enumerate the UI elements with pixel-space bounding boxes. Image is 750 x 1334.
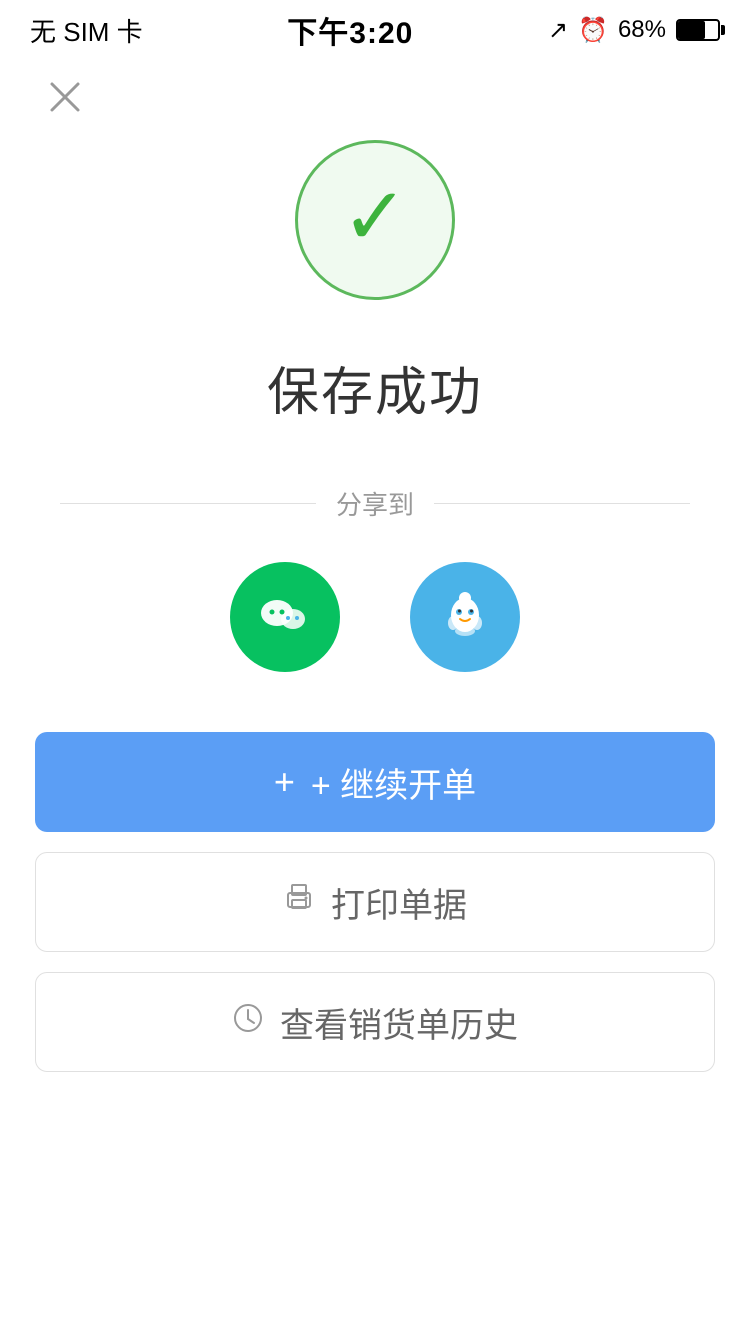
carrier-label: 无 SIM 卡 [30,12,143,49]
alarm-icon: ⏰ [578,16,608,45]
print-label: 打印单据 [331,878,467,927]
continue-order-button[interactable]: + + 继续开单 [35,732,715,832]
main-content: ✓ 保存成功 分享到 [0,60,750,1072]
success-title: 保存成功 [267,350,483,425]
battery-pct: 68% [618,16,666,44]
status-time: 下午3:20 [287,8,413,52]
qq-share-button[interactable] [410,562,520,672]
divider-row: 分享到 [0,485,750,522]
battery-icon [676,19,720,41]
status-bar: 无 SIM 卡 下午3:20 ↗ ⏰ 68% [0,0,750,60]
status-left: 无 SIM 卡 [30,12,153,49]
qq-icon [433,585,497,649]
history-label: 查看销货单历史 [280,998,518,1047]
wechat-icon [253,585,317,649]
history-button[interactable]: 查看销货单历史 [35,972,715,1072]
print-button[interactable]: 打印单据 [35,852,715,952]
share-icons [230,562,520,672]
close-button[interactable] [40,72,90,122]
printer-icon [283,882,315,923]
check-icon: ✓ [341,177,408,257]
location-icon: ↗ [548,16,568,45]
divider-left [60,503,316,504]
action-buttons: + + 继续开单 打印单据 查看销货单 [35,732,715,1072]
success-circle: ✓ [295,140,455,300]
status-right: ↗ ⏰ 68% [548,16,720,45]
divider-right [434,503,690,504]
wechat-share-button[interactable] [230,562,340,672]
share-label: 分享到 [316,485,434,522]
clock-icon [232,1002,264,1043]
share-section: 分享到 [0,485,750,672]
plus-icon: + [274,761,295,803]
continue-order-label: + 继续开单 [311,758,476,807]
